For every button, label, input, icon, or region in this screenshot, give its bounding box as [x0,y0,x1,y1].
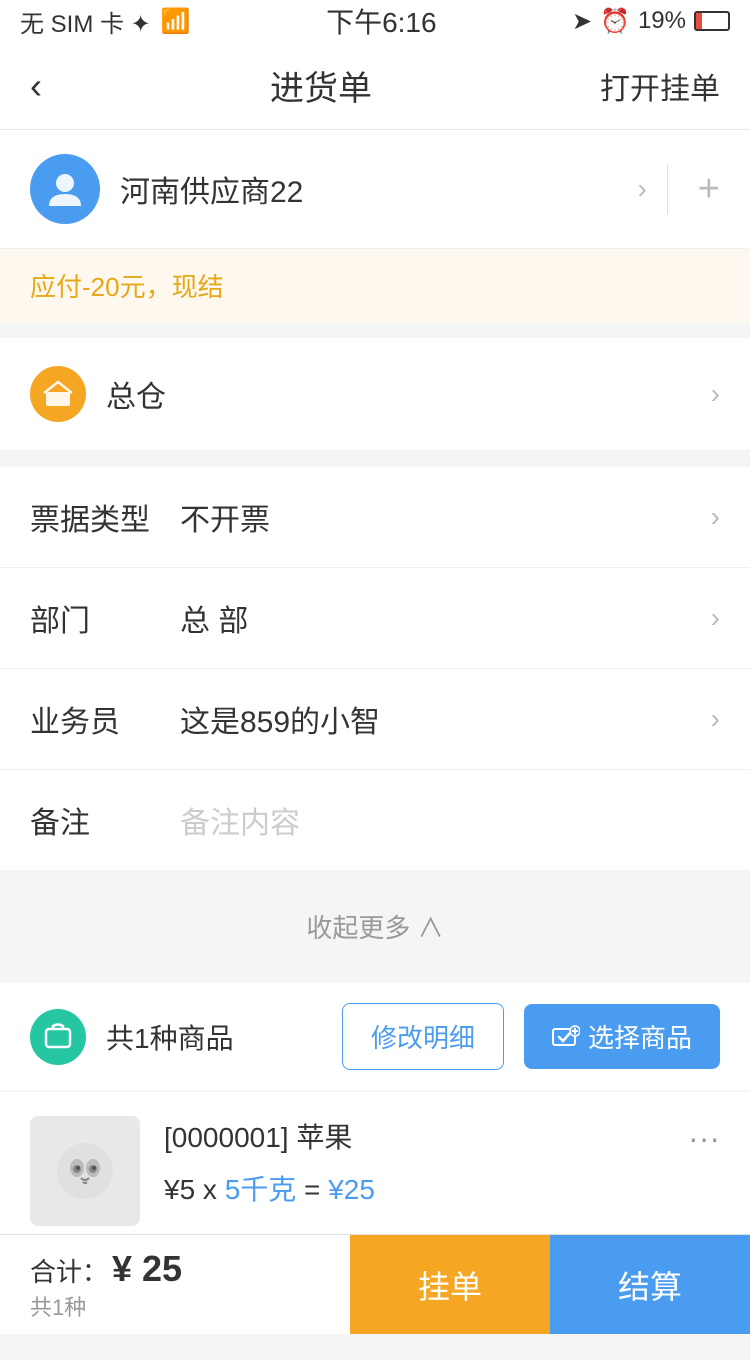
warehouse-icon [30,366,86,422]
alarm-icon: ⏰ [600,7,630,36]
product-item: [0000001] 苹果 ¥5 x 5千克 = ¥25 ··· [0,1092,750,1250]
wifi-icon: 📶 [161,7,191,36]
location-icon: ➤ [572,7,592,36]
total-count: 共1种 [30,1290,320,1322]
remark-placeholder: 备注内容 [160,798,720,842]
salesperson-label: 业务员 [30,697,160,741]
invoice-value: 不开票 [160,495,711,539]
supplier-name: 河南供应商22 [120,167,637,211]
dept-chevron-icon: › [711,602,720,634]
select-product-button[interactable]: 选择商品 [524,1004,720,1069]
battery-icon [694,11,730,31]
back-button[interactable]: ‹ [30,65,42,107]
status-left: 无 SIM 卡 ✦ 📶 [20,4,191,39]
hang-button[interactable]: 挂单 [350,1235,550,1334]
form-row-dept[interactable]: 部门 总 部 › [0,568,750,669]
supplier-chevron-icon: › [637,173,646,205]
price-base: ¥5 x [164,1174,225,1205]
collapse-toggle[interactable]: 收起更多 ∧ [0,886,750,967]
supplier-row[interactable]: 河南供应商22 › + [0,130,750,249]
product-info: [0000001] 苹果 ¥5 x 5千克 = ¥25 [164,1116,664,1208]
invoice-label: 票据类型 [30,495,160,539]
product-name: [0000001] 苹果 [164,1116,664,1156]
product-header: 共1种商品 修改明细 选择商品 [0,983,750,1090]
invoice-chevron-icon: › [711,501,720,533]
supplier-section: 河南供应商22 › + 应付-20元，现结 [0,130,750,322]
product-count-label: 共1种商品 [106,1017,322,1057]
salesperson-chevron-icon: › [711,703,720,735]
form-section: 票据类型 不开票 › 部门 总 部 › 业务员 这是859的小智 › 备注 备注… [0,467,750,870]
remark-label: 备注 [30,798,160,842]
payment-hint: 应付-20元，现结 [0,249,750,322]
status-bar: 无 SIM 卡 ✦ 📶 下午6:16 ➤ ⏰ 19% [0,0,750,42]
sim-label: 无 SIM 卡 ✦ [20,4,151,39]
form-row-remark[interactable]: 备注 备注内容 [0,770,750,870]
supplier-avatar [30,154,100,224]
salesperson-value: 这是859的小智 [160,697,711,741]
status-right: ➤ ⏰ 19% [572,7,730,36]
warehouse-section: 总仓 › [0,338,750,451]
total-section: 合计： ¥ 25 共1种 [0,1235,350,1334]
form-row-salesperson[interactable]: 业务员 这是859的小智 › [0,669,750,770]
warehouse-row[interactable]: 总仓 › [0,338,750,451]
select-product-label: 选择商品 [588,1018,692,1055]
form-row-invoice[interactable]: 票据类型 不开票 › [0,467,750,568]
price-qty: 5千克 [225,1174,297,1205]
divider [667,164,668,214]
product-more-button[interactable]: ··· [688,1116,720,1157]
warehouse-chevron-icon: › [711,378,720,410]
price-equals: = [296,1174,328,1205]
product-thumbnail [30,1116,140,1226]
price-total: ¥25 [328,1174,375,1205]
edit-detail-button[interactable]: 修改明细 [342,1003,504,1070]
open-hang-button[interactable]: 打开挂单 [600,64,720,108]
product-price: ¥5 x 5千克 = ¥25 [164,1168,664,1208]
dept-value: 总 部 [160,596,711,640]
product-count-icon [30,1009,86,1065]
warehouse-name: 总仓 [106,372,711,416]
page-title: 进货单 [270,61,372,110]
total-amount: ¥ 25 [112,1248,182,1290]
collapse-label: 收起更多 ∧ [306,908,443,945]
add-supplier-icon[interactable]: + [698,168,720,211]
total-label: 合计： [30,1252,108,1289]
checkout-button[interactable]: 结算 [550,1235,750,1334]
battery-label: 19% [638,7,686,35]
bottom-bar: 合计： ¥ 25 共1种 挂单 结算 [0,1234,750,1334]
nav-bar: ‹ 进货单 打开挂单 [0,42,750,130]
status-time: 下午6:16 [326,1,437,41]
dept-label: 部门 [30,596,160,640]
